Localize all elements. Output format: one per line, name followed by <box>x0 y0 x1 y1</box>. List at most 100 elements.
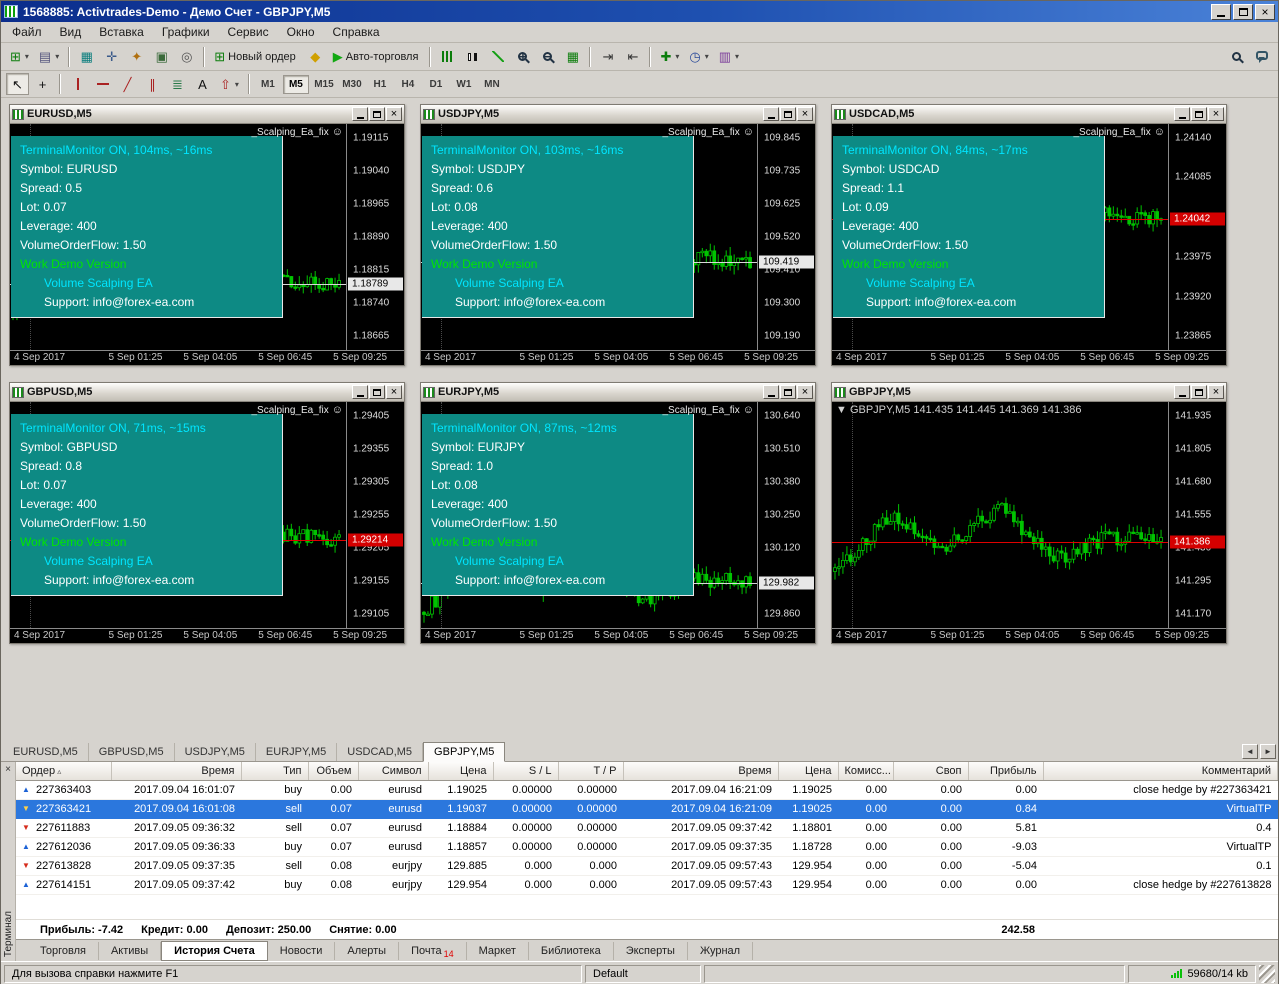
market-watch-button[interactable]: ▦ <box>75 46 98 68</box>
chart-close-button[interactable]: × <box>797 107 813 121</box>
arrows-button[interactable]: ⇧ ▾ <box>216 73 243 95</box>
history-row[interactable]: ▼ 227611883 2017.09.05 09:36:32 sell 0.07 eur… <box>16 818 1278 838</box>
chart-minimize-button[interactable] <box>1174 385 1190 399</box>
search-button[interactable] <box>1225 46 1248 68</box>
line-chart-button[interactable] <box>486 46 509 68</box>
dropdown-arrow-icon[interactable]: ▾ <box>735 52 739 61</box>
tab-scroll-right-button[interactable]: ► <box>1260 744 1276 759</box>
new-chart-button[interactable]: ⊞ ▾ <box>6 46 33 68</box>
menu-item-Вид[interactable]: Вид <box>51 22 91 42</box>
templates-button[interactable]: ▥ ▾ <box>715 46 743 68</box>
dropdown-arrow-icon[interactable]: ▾ <box>235 80 239 89</box>
timeframe-button-M1[interactable]: M1 <box>255 75 281 94</box>
chart-titlebar[interactable]: GBPUSD,M5 × <box>10 383 404 402</box>
chart-restore-button[interactable] <box>369 107 385 121</box>
chat-button[interactable] <box>1250 46 1273 68</box>
trendline-button[interactable]: ╱ <box>116 73 139 95</box>
chart-titlebar[interactable]: GBPJPY,M5 × <box>832 383 1226 402</box>
cursor-button[interactable]: ↖ <box>6 73 29 95</box>
menu-item-Окно[interactable]: Окно <box>278 22 324 42</box>
auto-scroll-button[interactable]: ⇥ <box>596 46 619 68</box>
zoom-in-button[interactable]: + <box>511 46 534 68</box>
indicators-button[interactable]: ✚ ▾ <box>656 46 683 68</box>
column-header-4[interactable]: Символ <box>358 762 429 781</box>
chart-minimize-button[interactable] <box>763 385 779 399</box>
dropdown-arrow-icon[interactable]: ▾ <box>675 52 679 61</box>
terminal-tab-Торговля[interactable]: Торговля <box>28 941 99 960</box>
terminal-tab-Журнал[interactable]: Журнал <box>688 941 754 960</box>
column-header-9[interactable]: Цена <box>778 762 839 781</box>
resize-grip[interactable] <box>1259 964 1275 983</box>
chart-close-button[interactable]: × <box>386 385 402 399</box>
new-order-button[interactable]: ⊞ Новый ордер <box>210 46 302 68</box>
time-axis[interactable]: 4 Sep 2017 5 Sep 01:25 5 Sep 04:05 5 Sep 06… <box>10 628 404 643</box>
timeframe-button-M30[interactable]: M30 <box>339 75 365 94</box>
chart-titlebar[interactable]: USDCAD,M5 × <box>832 105 1226 124</box>
chart-restore-button[interactable] <box>780 385 796 399</box>
chart-plot[interactable]: TerminalMonitor ON, 104ms, ~16ms Symbol: … <box>10 124 346 350</box>
terminal-tab-Алерты[interactable]: Алерты <box>335 941 400 960</box>
history-row[interactable]: ▲ 227612036 2017.09.05 09:36:33 buy 0.07 euru… <box>16 837 1278 857</box>
dropdown-arrow-icon[interactable]: ▾ <box>25 52 29 61</box>
column-header-6[interactable]: S / L <box>493 762 559 781</box>
chart-minimize-button[interactable] <box>352 385 368 399</box>
chart-close-button[interactable]: × <box>1208 107 1224 121</box>
column-header-10[interactable]: Комисс... <box>838 762 894 781</box>
terminal-close-button[interactable]: × <box>5 765 11 775</box>
column-header-13[interactable]: Комментарий <box>1043 762 1278 781</box>
price-scale[interactable]: 109.845 109.735 109.625 109.520 109.410 109.3… <box>757 124 815 350</box>
chart-titlebar[interactable]: EURUSD,M5 × <box>10 105 404 124</box>
menu-item-Сервис[interactable]: Сервис <box>219 22 278 42</box>
chart-tab-EURUSD,M5[interactable]: EURUSD,M5 <box>3 743 89 761</box>
zoom-out-button[interactable]: − <box>536 46 559 68</box>
chart-close-button[interactable]: × <box>1208 385 1224 399</box>
history-row[interactable]: ▲ 227614151 2017.09.05 09:37:42 buy 0.08 eurj… <box>16 875 1278 895</box>
chart-minimize-button[interactable] <box>1174 107 1190 121</box>
chart-shift-button[interactable]: ⇤ <box>621 46 644 68</box>
column-header-12[interactable]: Прибыль <box>968 762 1044 781</box>
chart-tab-GBPJPY,M5[interactable]: GBPJPY,M5 <box>423 742 506 762</box>
column-header-5[interactable]: Цена <box>428 762 494 781</box>
column-header-8[interactable]: Время <box>623 762 779 781</box>
column-header-11[interactable]: Своп <box>893 762 969 781</box>
timeframe-button-D1[interactable]: D1 <box>423 75 449 94</box>
chart-restore-button[interactable] <box>1191 385 1207 399</box>
timeframe-button-W1[interactable]: W1 <box>451 75 477 94</box>
time-axis[interactable]: 4 Sep 2017 5 Sep 01:25 5 Sep 04:05 5 Sep 06… <box>421 628 815 643</box>
price-scale[interactable]: 1.29405 1.29355 1.29305 1.29255 1.29205 1.291… <box>346 402 404 628</box>
time-axis[interactable]: 4 Sep 2017 5 Sep 01:25 5 Sep 04:05 5 Sep 06… <box>10 350 404 365</box>
navigator-button[interactable]: ✦ <box>125 46 148 68</box>
vertical-line-button[interactable] <box>66 73 89 95</box>
column-header-0[interactable]: Ордер ▵ <box>16 762 112 781</box>
chart-plot[interactable]: ▼ GBPJPY,M5 141.435 141.445 141.369 141.… <box>832 402 1168 628</box>
column-header-7[interactable]: T / P <box>558 762 624 781</box>
chart-tab-USDJPY,M5[interactable]: USDJPY,M5 <box>175 743 256 761</box>
terminal-tab-История Счета[interactable]: История Счета <box>161 940 268 961</box>
column-header-1[interactable]: Время <box>111 762 242 781</box>
data-window-button[interactable]: ✛ <box>100 46 123 68</box>
chart-plot[interactable]: TerminalMonitor ON, 87ms, ~12ms Symbol: E… <box>421 402 757 628</box>
close-button[interactable]: × <box>1255 3 1275 20</box>
timeframe-button-H4[interactable]: H4 <box>395 75 421 94</box>
profiles-button[interactable]: ▤ ▾ <box>35 46 63 68</box>
fibonacci-button[interactable]: ≣ <box>166 73 189 95</box>
timeframe-button-M15[interactable]: M15 <box>311 75 337 94</box>
chart-restore-button[interactable] <box>1191 107 1207 121</box>
price-scale[interactable]: 130.640 130.510 130.380 130.250 130.120 129.9… <box>757 402 815 628</box>
terminal-tab-Активы[interactable]: Активы <box>99 941 162 960</box>
tile-windows-button[interactable]: ▦ <box>561 46 584 68</box>
terminal-tab-Почта[interactable]: Почта 14 <box>399 941 467 960</box>
chart-close-button[interactable]: × <box>797 385 813 399</box>
column-header-3[interactable]: Объем <box>308 762 359 781</box>
menu-item-Вставка[interactable]: Вставка <box>90 22 153 42</box>
history-row[interactable]: ▲ 227363403 2017.09.04 16:01:07 buy 0.00 euru… <box>16 780 1278 800</box>
timeframe-button-M5[interactable]: M5 <box>282 74 309 94</box>
chart-minimize-button[interactable] <box>763 107 779 121</box>
menu-item-Файл[interactable]: Файл <box>3 22 51 42</box>
terminal-tab-Эксперты[interactable]: Эксперты <box>614 941 688 960</box>
timeframe-button-H1[interactable]: H1 <box>367 75 393 94</box>
dropdown-arrow-icon[interactable]: ▾ <box>55 52 59 61</box>
time-axis[interactable]: 4 Sep 2017 5 Sep 01:25 5 Sep 04:05 5 Sep 06… <box>421 350 815 365</box>
history-row[interactable]: ▼ 227613828 2017.09.05 09:37:35 sell 0.08 eur… <box>16 856 1278 876</box>
history-row[interactable]: ▼ 227363421 2017.09.04 16:01:08 sell 0.07 eur… <box>16 799 1278 819</box>
